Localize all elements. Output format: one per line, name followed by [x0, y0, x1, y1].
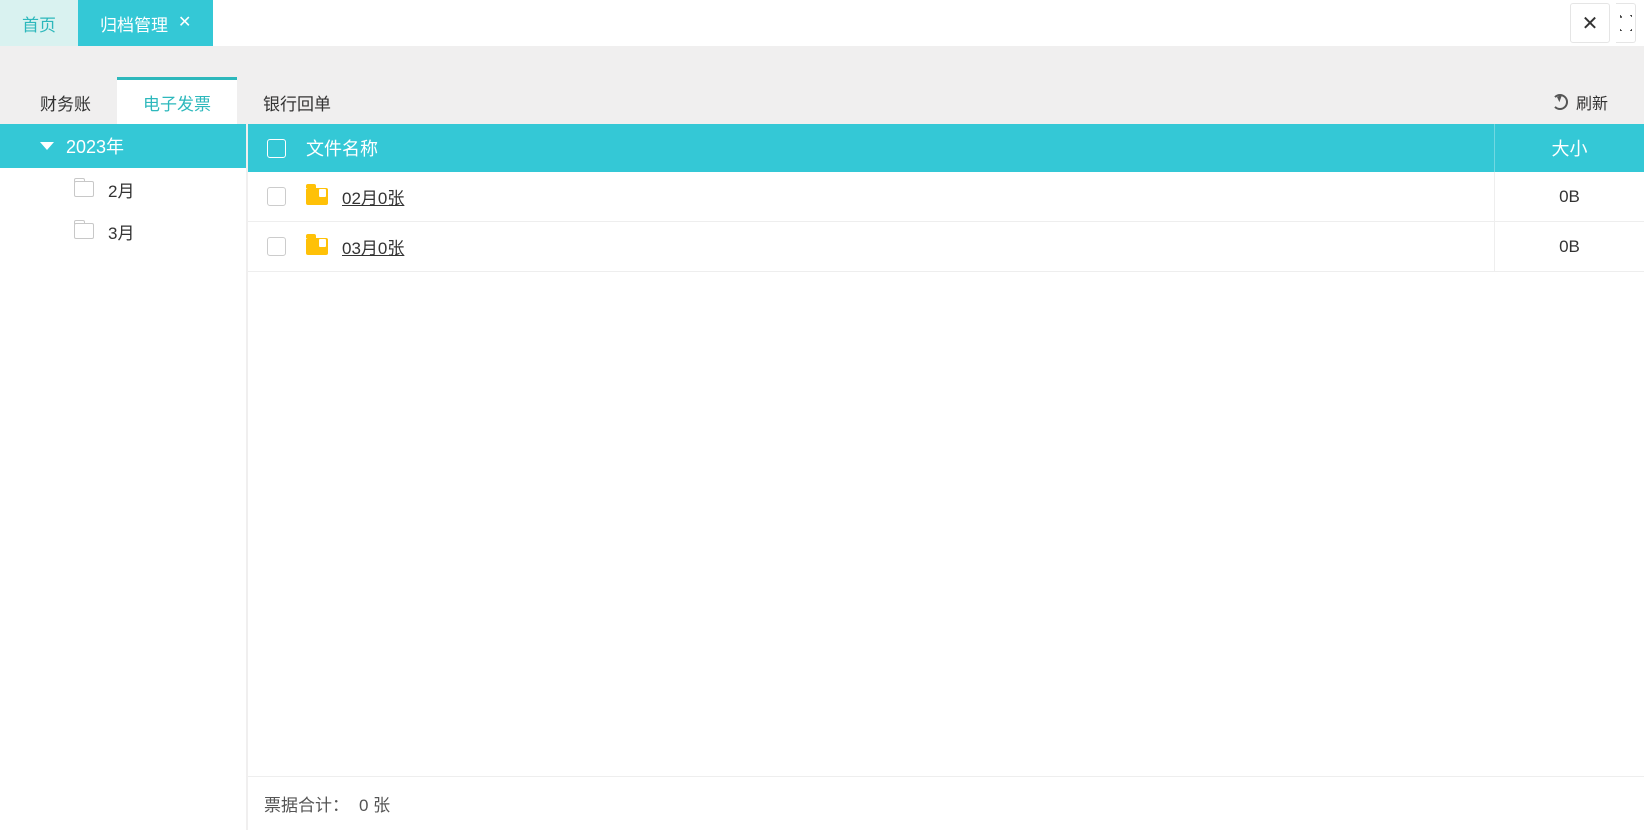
- folder-icon: [306, 188, 328, 205]
- row-checkbox[interactable]: [267, 237, 286, 256]
- table-body: 02月0张 0B 03月0张 0B: [248, 172, 1644, 776]
- table-footer: 票据合计： 0 张: [248, 776, 1644, 830]
- folder-icon: [306, 238, 328, 255]
- select-all-checkbox[interactable]: [267, 139, 286, 158]
- top-tab-bar: 首页 归档管理 ✕ ✕: [0, 0, 1644, 46]
- row-checkbox-cell: [248, 237, 304, 256]
- tree-month-node[interactable]: 2月: [0, 168, 246, 210]
- main-area: 财务账 电子发票 银行回单 刷新 2023年 2月 3月: [0, 46, 1644, 830]
- close-panel-button[interactable]: ✕: [1570, 3, 1610, 43]
- tab-home[interactable]: 首页: [0, 0, 78, 46]
- tree-year-label: 2023年: [66, 133, 124, 159]
- tab-archive-management[interactable]: 归档管理 ✕: [78, 0, 213, 46]
- folder-outline-icon: [74, 181, 94, 197]
- tree-month-label: 3月: [108, 219, 134, 244]
- content-row: 2023年 2月 3月 文件名称 大小: [0, 124, 1644, 830]
- row-name-cell: 02月0张: [304, 184, 1494, 209]
- tab-bankslip-label: 银行回单: [263, 90, 331, 115]
- row-checkbox[interactable]: [267, 187, 286, 206]
- refresh-icon: [1552, 94, 1568, 110]
- row-name-cell: 03月0张: [304, 234, 1494, 259]
- refresh-button[interactable]: 刷新: [1552, 80, 1608, 124]
- header-checkbox-cell: [248, 139, 304, 158]
- header-name: 文件名称: [304, 135, 1494, 161]
- tab-home-label: 首页: [22, 11, 56, 36]
- tree-month-label: 2月: [108, 177, 134, 202]
- table-header: 文件名称 大小: [248, 124, 1644, 172]
- row-size-cell: 0B: [1494, 172, 1644, 221]
- tree-month-node[interactable]: 3月: [0, 210, 246, 252]
- tab-finance-label: 财务账: [40, 90, 91, 115]
- row-checkbox-cell: [248, 187, 304, 206]
- table-row: 03月0张 0B: [248, 222, 1644, 272]
- category-tab-bar: 财务账 电子发票 银行回单 刷新: [0, 80, 1644, 124]
- refresh-label: 刷新: [1576, 90, 1608, 114]
- footer-value: 0 张: [359, 791, 390, 816]
- chevron-down-icon: [40, 142, 54, 150]
- tree-year-node[interactable]: 2023年: [0, 124, 246, 168]
- sidebar-tree: 2023年 2月 3月: [0, 124, 246, 830]
- folder-outline-icon: [74, 223, 94, 239]
- folder-link[interactable]: 02月0张: [342, 184, 404, 209]
- folder-link[interactable]: 03月0张: [342, 234, 404, 259]
- close-icon[interactable]: ✕: [178, 15, 191, 31]
- footer-label: 票据合计：: [264, 791, 349, 816]
- tab-archive-label: 归档管理: [100, 11, 168, 36]
- header-size: 大小: [1494, 124, 1644, 172]
- file-table: 文件名称 大小 02月0张 0B: [248, 124, 1644, 830]
- table-row: 02月0张 0B: [248, 172, 1644, 222]
- tab-bankslip[interactable]: 银行回单: [237, 80, 357, 124]
- tab-einvoice[interactable]: 电子发票: [117, 77, 237, 124]
- expand-button[interactable]: [1616, 3, 1636, 43]
- tab-einvoice-label: 电子发票: [143, 90, 211, 115]
- top-right-controls: ✕: [1570, 0, 1644, 46]
- tab-finance[interactable]: 财务账: [14, 80, 117, 124]
- row-size-cell: 0B: [1494, 222, 1644, 271]
